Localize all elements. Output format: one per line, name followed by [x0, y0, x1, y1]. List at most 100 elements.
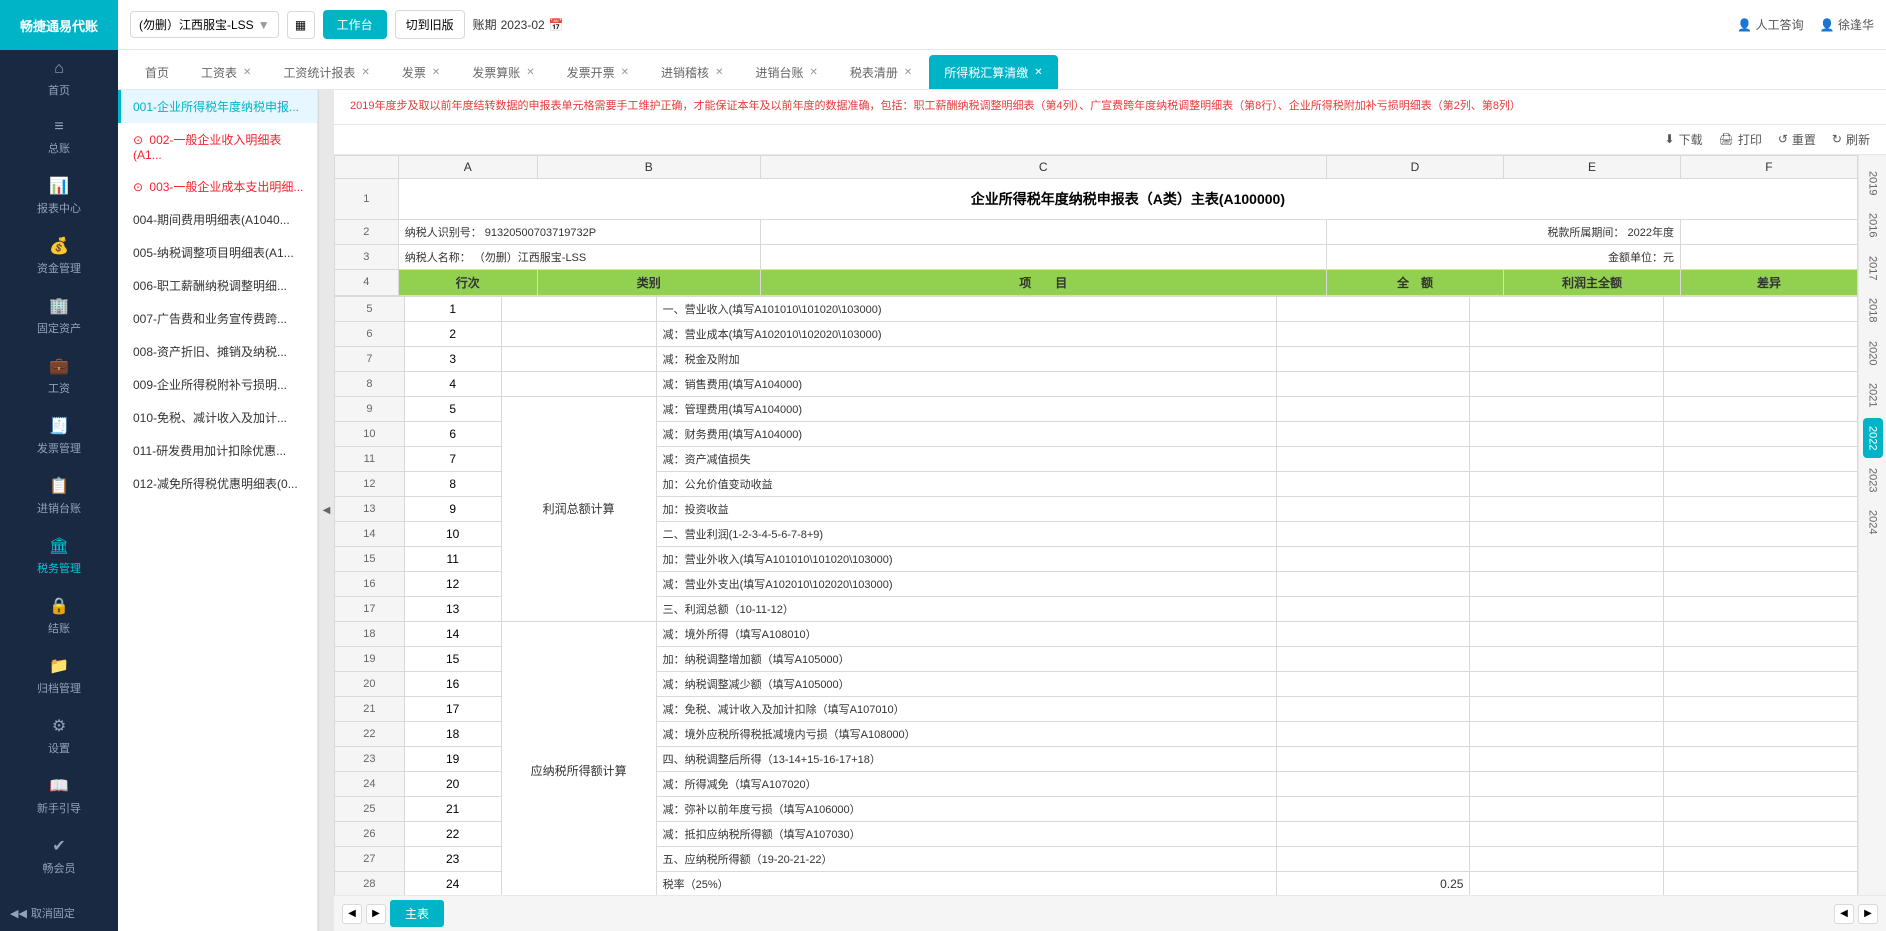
profit-cell[interactable]: [1470, 546, 1664, 571]
sidebar-item-salary[interactable]: 💼 工资: [0, 346, 118, 406]
left-panel-item-010[interactable]: 010-免税、减计收入及加计...: [118, 401, 317, 434]
profit-cell[interactable]: [1470, 871, 1664, 895]
year-item-2021[interactable]: 2021: [1863, 375, 1883, 415]
profit-cell[interactable]: [1470, 671, 1664, 696]
tab-salary-stat[interactable]: 工资统计报表 ✕: [268, 55, 384, 89]
tab-tax-clear[interactable]: 税表清册 ✕: [835, 55, 927, 89]
reset-button[interactable]: ↺ 重置: [1778, 131, 1816, 148]
tab-close-tax-calc[interactable]: ✕: [1034, 67, 1042, 78]
profit-cell[interactable]: [1470, 771, 1664, 796]
profit-cell[interactable]: [1470, 796, 1664, 821]
profit-cell[interactable]: [1470, 296, 1664, 321]
diff-cell[interactable]: [1664, 671, 1858, 696]
profit-cell[interactable]: [1470, 571, 1664, 596]
profit-cell[interactable]: [1470, 521, 1664, 546]
sidebar-item-guide[interactable]: 📖 新手引导: [0, 766, 118, 826]
diff-cell[interactable]: [1664, 796, 1858, 821]
diff-cell[interactable]: [1664, 571, 1858, 596]
diff-cell[interactable]: [1664, 421, 1858, 446]
value-cell[interactable]: [1276, 421, 1470, 446]
tab-close-purchase-check[interactable]: ✕: [715, 67, 723, 78]
year-item-2020[interactable]: 2020: [1863, 333, 1883, 373]
scroll-left-button[interactable]: ◀: [1834, 904, 1854, 924]
value-cell[interactable]: [1276, 471, 1470, 496]
sheet-nav-prev[interactable]: ◀: [342, 904, 362, 924]
tab-close-invoice-open[interactable]: ✕: [621, 67, 629, 78]
sidebar-item-member[interactable]: ✔ 畅会员: [0, 826, 118, 886]
year-item-2023[interactable]: 2023: [1863, 460, 1883, 500]
profit-cell[interactable]: [1470, 321, 1664, 346]
tab-close-salary[interactable]: ✕: [243, 67, 251, 78]
profit-cell[interactable]: [1470, 846, 1664, 871]
diff-cell[interactable]: [1664, 721, 1858, 746]
left-panel-item-008[interactable]: 008-资产折旧、摊销及纳税...: [118, 335, 317, 368]
profit-cell[interactable]: [1470, 596, 1664, 621]
value-cell[interactable]: [1276, 321, 1470, 346]
diff-cell[interactable]: [1664, 371, 1858, 396]
value-cell[interactable]: [1276, 621, 1470, 646]
year-item-2017[interactable]: 2017: [1863, 248, 1883, 288]
profit-cell[interactable]: [1470, 496, 1664, 521]
diff-cell[interactable]: [1664, 821, 1858, 846]
left-panel-item-007[interactable]: 007-广告费和业务宣传费跨...: [118, 302, 317, 335]
sidebar-item-close[interactable]: 🔒 结账: [0, 586, 118, 646]
value-cell[interactable]: [1276, 346, 1470, 371]
diff-cell[interactable]: [1664, 496, 1858, 521]
switch-version-button[interactable]: 切到旧版: [395, 10, 465, 39]
value-cell[interactable]: [1276, 296, 1470, 321]
profit-cell[interactable]: [1470, 621, 1664, 646]
year-item-2024[interactable]: 2024: [1863, 502, 1883, 542]
value-cell[interactable]: [1276, 671, 1470, 696]
tab-purchase-check[interactable]: 进销稽核 ✕: [646, 55, 738, 89]
value-cell[interactable]: 0.25: [1276, 871, 1470, 895]
value-cell[interactable]: [1276, 696, 1470, 721]
diff-cell[interactable]: [1664, 521, 1858, 546]
tab-home[interactable]: 首页: [130, 55, 184, 89]
tab-invoice-open[interactable]: 发票开票 ✕: [552, 55, 644, 89]
left-panel-item-005[interactable]: 005-纳税调整项目明细表(A1...: [118, 236, 317, 269]
service-label[interactable]: 👤 人工答询: [1737, 16, 1803, 33]
workbench-button[interactable]: 工作台: [323, 10, 387, 39]
diff-cell[interactable]: [1664, 321, 1858, 346]
download-button[interactable]: ⬇ 下载: [1665, 131, 1703, 148]
diff-cell[interactable]: [1664, 871, 1858, 895]
sidebar-item-finance[interactable]: 💰 资金管理: [0, 226, 118, 286]
year-item-2019[interactable]: 2019: [1863, 163, 1883, 203]
profit-cell[interactable]: [1470, 471, 1664, 496]
template-icon-button[interactable]: ▦: [287, 11, 315, 39]
tab-salary[interactable]: 工资表 ✕: [186, 55, 266, 89]
diff-cell[interactable]: [1664, 846, 1858, 871]
value-cell[interactable]: [1276, 371, 1470, 396]
tab-invoice-calc[interactable]: 发票算账 ✕: [457, 55, 549, 89]
company-selector[interactable]: (勿删）江西服宝-LSS ▼: [130, 11, 279, 38]
left-panel-item-004[interactable]: 004-期间费用明细表(A1040...: [118, 203, 317, 236]
profit-cell[interactable]: [1470, 646, 1664, 671]
sheet-tab-main[interactable]: 主表: [390, 900, 444, 927]
tab-close-purchase-ledger[interactable]: ✕: [809, 67, 817, 78]
value-cell[interactable]: [1276, 596, 1470, 621]
profit-cell[interactable]: [1470, 446, 1664, 471]
tab-close-tax-clear[interactable]: ✕: [904, 67, 912, 78]
tab-close-salary-stat[interactable]: ✕: [361, 67, 369, 78]
diff-cell[interactable]: [1664, 746, 1858, 771]
diff-cell[interactable]: [1664, 546, 1858, 571]
value-cell[interactable]: [1276, 821, 1470, 846]
tab-close-invoice-calc[interactable]: ✕: [526, 67, 534, 78]
left-panel-item-011[interactable]: 011-研发费用加计扣除优惠...: [118, 434, 317, 467]
profit-cell[interactable]: [1470, 396, 1664, 421]
profit-cell[interactable]: [1470, 421, 1664, 446]
profit-cell[interactable]: [1470, 821, 1664, 846]
year-item-2016[interactable]: 2016: [1863, 205, 1883, 245]
left-panel-item-006[interactable]: 006-职工薪酬纳税调整明细...: [118, 269, 317, 302]
collapse-panel-button[interactable]: ◀: [318, 90, 334, 931]
left-panel-item-003[interactable]: ⊙ 003-一般企业成本支出明细...: [118, 170, 317, 203]
diff-cell[interactable]: [1664, 696, 1858, 721]
left-panel-item-001[interactable]: 001-企业所得税年度纳税申报...: [118, 90, 317, 123]
value-cell[interactable]: [1276, 396, 1470, 421]
sheet-nav-next[interactable]: ▶: [366, 904, 386, 924]
diff-cell[interactable]: [1664, 621, 1858, 646]
diff-cell[interactable]: [1664, 771, 1858, 796]
value-cell[interactable]: [1276, 846, 1470, 871]
profit-cell[interactable]: [1470, 371, 1664, 396]
value-cell[interactable]: [1276, 721, 1470, 746]
